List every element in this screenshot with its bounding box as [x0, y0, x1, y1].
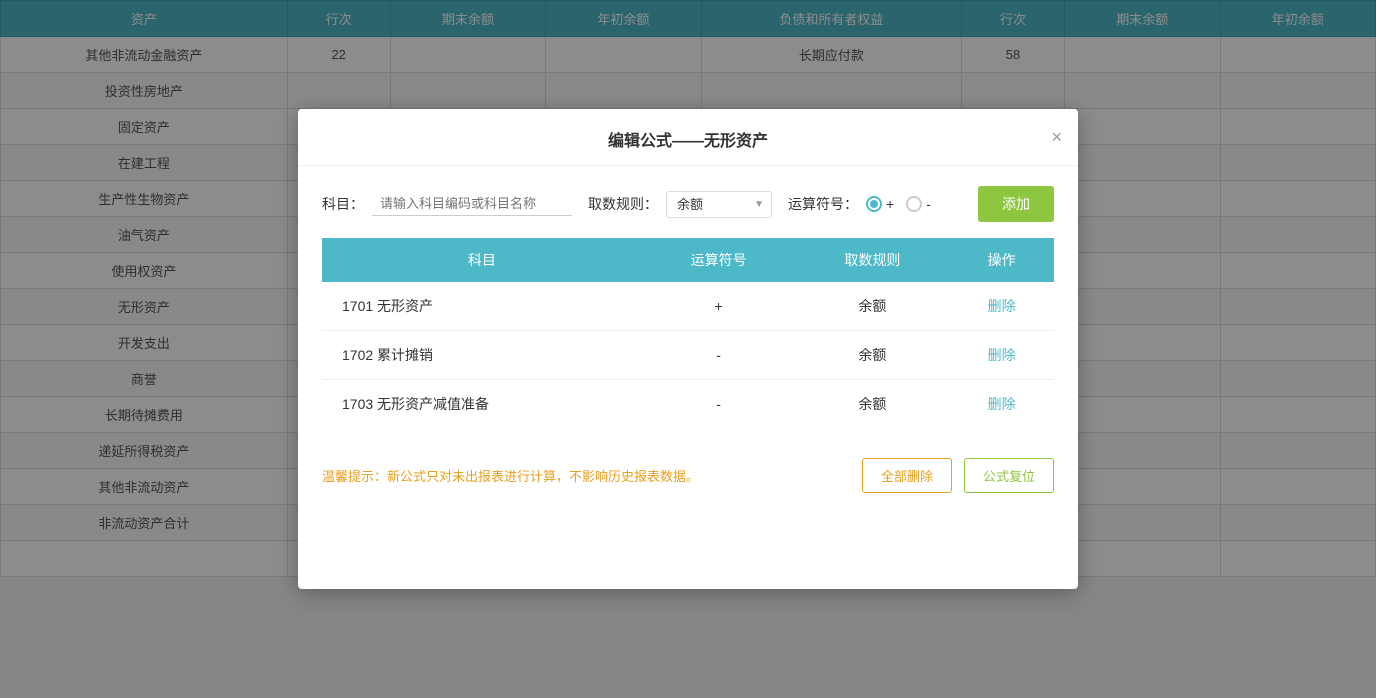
- modal-dialog: 编辑公式——无形资产 × 科目： 取数规则： 余额 借方发生额 贷方发生额: [298, 109, 1078, 589]
- row-action: 删除: [949, 380, 1054, 429]
- fetch-rule-label: 取数规则：: [588, 194, 658, 214]
- delete-link[interactable]: 删除: [988, 347, 1016, 363]
- row-subject: 1703 无形资产减值准备: [322, 380, 642, 429]
- add-button[interactable]: 添加: [978, 186, 1054, 222]
- modal-header: 编辑公式——无形资产 ×: [298, 109, 1078, 166]
- reset-formula-button[interactable]: 公式复位: [964, 458, 1054, 493]
- formula-table: 科目 运算符号 取数规则 操作 1701 无形资产 + 余额 删除: [322, 238, 1054, 428]
- operator-minus-radio[interactable]: -: [906, 196, 931, 212]
- row-action: 删除: [949, 331, 1054, 380]
- radio-circle-plus: [866, 196, 882, 212]
- radio-circle-minus: [906, 196, 922, 212]
- fetch-rule-group: 取数规则： 余额 借方发生额 贷方发生额 ▼: [588, 191, 772, 218]
- col-header-action: 操作: [949, 238, 1054, 282]
- operator-label: 运算符号：: [788, 194, 858, 214]
- operator-radio-group: + -: [866, 196, 931, 212]
- row-operator: -: [642, 331, 796, 380]
- delete-link[interactable]: 删除: [988, 396, 1016, 412]
- modal-close-button[interactable]: ×: [1051, 128, 1062, 146]
- subject-label: 科目：: [322, 194, 364, 214]
- delete-all-button[interactable]: 全部删除: [862, 458, 952, 493]
- col-header-subject: 科目: [322, 238, 642, 282]
- modal-title: 编辑公式——无形资产: [608, 127, 768, 151]
- row-operator: +: [642, 282, 796, 331]
- row-operator: -: [642, 380, 796, 429]
- table-row: 1701 无形资产 + 余额 删除: [322, 282, 1054, 331]
- col-header-operator: 运算符号: [642, 238, 796, 282]
- operator-plus-label: +: [886, 196, 894, 212]
- inner-table-wrap: 科目 运算符号 取数规则 操作 1701 无形资产 + 余额 删除: [322, 238, 1054, 428]
- fetch-rule-select[interactable]: 余额 借方发生额 贷方发生额: [666, 191, 772, 218]
- delete-link[interactable]: 删除: [988, 298, 1016, 314]
- subject-group: 科目：: [322, 192, 572, 216]
- operator-group: 运算符号： + -: [788, 194, 931, 214]
- footer-buttons: 全部删除 公式复位: [862, 458, 1054, 493]
- page-wrapper: 资产 行次 期末余额 年初余额 负债和所有者权益 行次 期末余额 年初余额 其他…: [0, 0, 1376, 698]
- table-row: 1702 累计摊销 - 余额 删除: [322, 331, 1054, 380]
- col-header-fetch-rule: 取数规则: [795, 238, 949, 282]
- table-row: 1703 无形资产减值准备 - 余额 删除: [322, 380, 1054, 429]
- row-fetch-rule: 余额: [795, 380, 949, 429]
- row-fetch-rule: 余额: [795, 282, 949, 331]
- row-fetch-rule: 余额: [795, 331, 949, 380]
- hint-text: 温馨提示：新公式只对未出报表进行计算，不影响历史报表数据。: [322, 466, 699, 485]
- modal-overlay: 编辑公式——无形资产 × 科目： 取数规则： 余额 借方发生额 贷方发生额: [0, 0, 1376, 698]
- fetch-rule-select-wrap: 余额 借方发生额 贷方发生额 ▼: [666, 191, 772, 218]
- operator-plus-radio[interactable]: +: [866, 196, 894, 212]
- row-subject: 1701 无形资产: [322, 282, 642, 331]
- table-header-row: 科目 运算符号 取数规则 操作: [322, 238, 1054, 282]
- row-action: 删除: [949, 282, 1054, 331]
- operator-minus-label: -: [926, 196, 931, 212]
- form-row: 科目： 取数规则： 余额 借方发生额 贷方发生额 ▼ 运算: [298, 166, 1078, 238]
- subject-input[interactable]: [372, 192, 572, 216]
- row-subject: 1702 累计摊销: [322, 331, 642, 380]
- modal-footer: 温馨提示：新公式只对未出报表进行计算，不影响历史报表数据。 全部删除 公式复位: [298, 438, 1078, 493]
